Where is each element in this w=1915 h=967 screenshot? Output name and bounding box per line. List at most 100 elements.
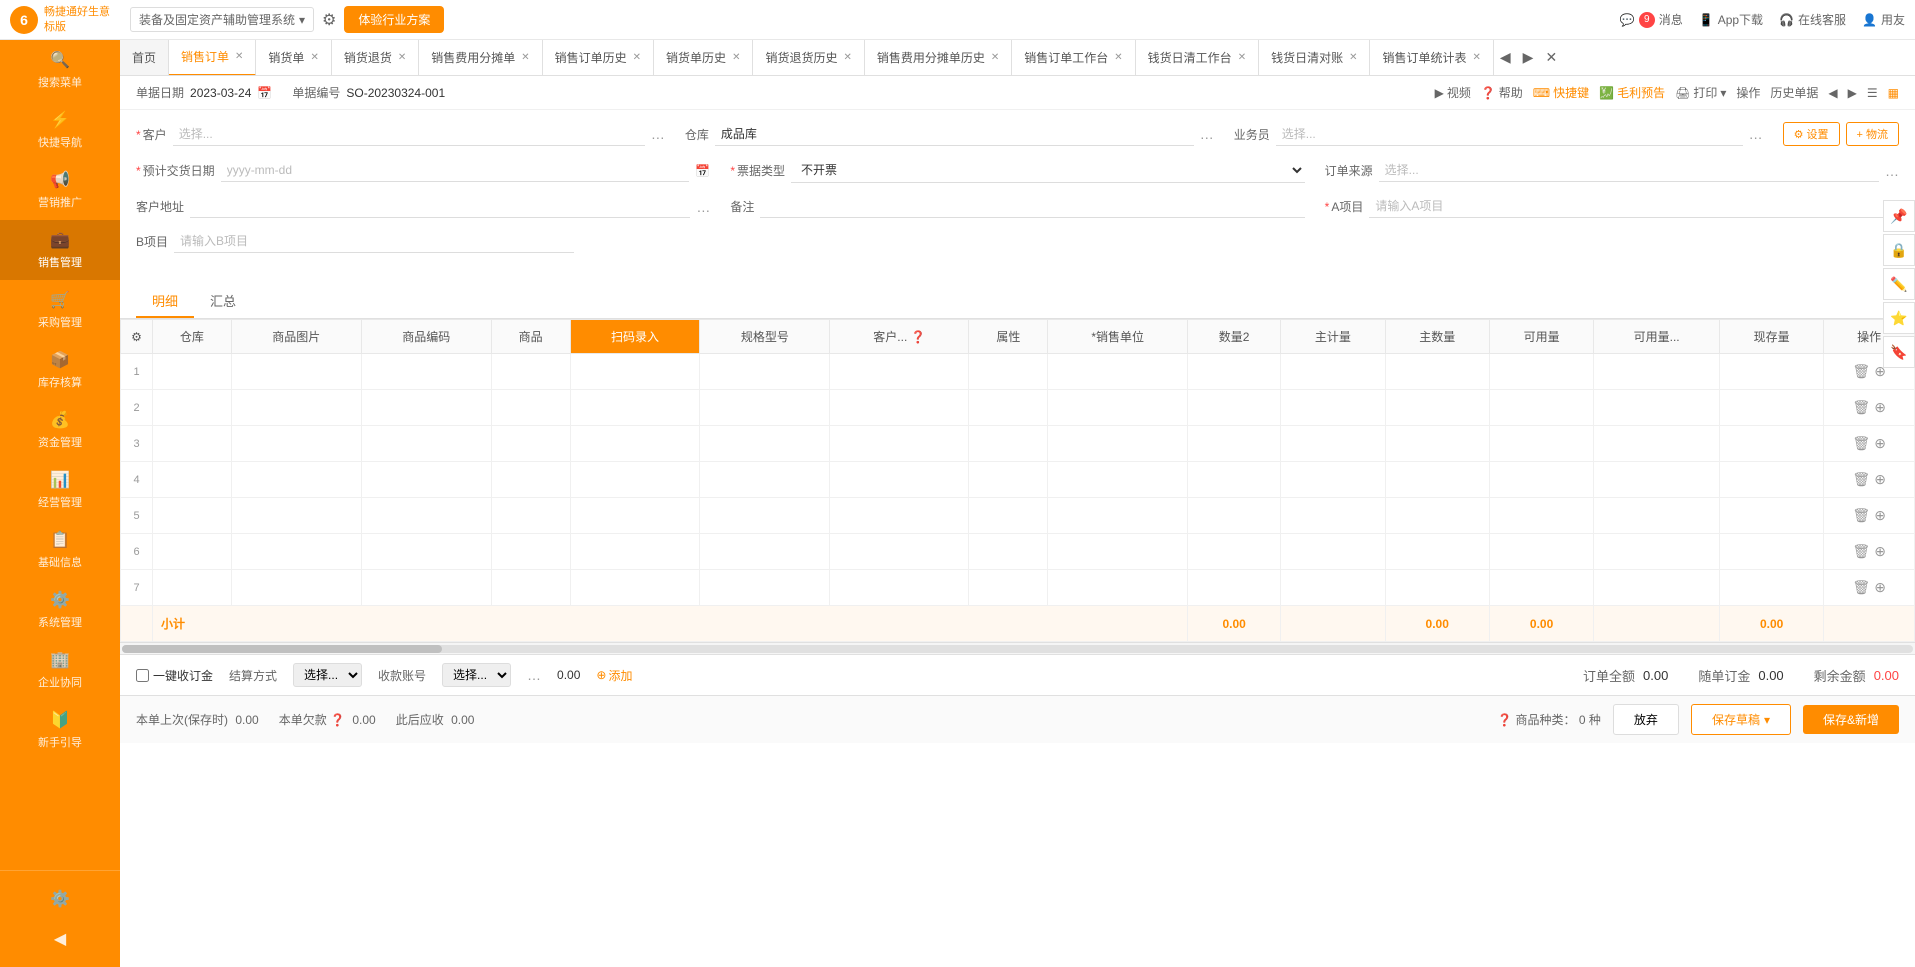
header-prev-btn[interactable]: ◀ — [1828, 86, 1837, 100]
sidebar-item-operations[interactable]: 📊 经营管理 — [0, 460, 120, 520]
tab-close-sales-return[interactable]: ✕ — [310, 52, 318, 63]
save-new-button[interactable]: 保存&新增 — [1803, 705, 1899, 734]
row-2-product[interactable] — [491, 390, 570, 426]
sidebar-item-quick-nav[interactable]: ⚡ 快捷导航 — [0, 100, 120, 160]
list-view-btn[interactable]: ☰ — [1867, 86, 1878, 100]
tab-close-sales-history[interactable]: ✕ — [732, 52, 740, 63]
delivery-date-input[interactable] — [221, 159, 690, 182]
history-records-link[interactable]: 历史单据 — [1770, 84, 1818, 101]
warehouse-input[interactable] — [715, 123, 1194, 146]
profit-forecast-link[interactable]: 💹 毛利预告 — [1599, 84, 1665, 101]
tab-sales-return[interactable]: 销货单 ✕ — [256, 40, 331, 76]
tab-cash-reconcile[interactable]: 钱货日清对账 ✕ — [1259, 40, 1370, 76]
print-link[interactable]: 🖨 打印 ▾ — [1675, 84, 1726, 101]
scroll-thumb[interactable] — [122, 645, 442, 653]
row-2-warehouse[interactable] — [153, 390, 232, 426]
tab-close-expense-history[interactable]: ✕ — [991, 52, 999, 63]
sidebar-item-enterprise[interactable]: 🏢 企业协同 — [0, 640, 120, 700]
sidebar-settings-btn[interactable]: ⚙️ — [0, 879, 120, 919]
sidebar-item-search[interactable]: 🔍 搜索菜单 — [0, 40, 120, 100]
row-1-attributes[interactable] — [969, 354, 1048, 390]
tab-next-btn[interactable]: ▶ — [1517, 49, 1540, 66]
header-next-btn[interactable]: ▶ — [1848, 86, 1857, 100]
one-click-checkout-checkbox[interactable]: 一键收订金 — [136, 667, 213, 684]
tab-close-order-workbench[interactable]: ✕ — [1114, 52, 1122, 63]
online-support-item[interactable]: 🎧 在线客服 — [1779, 11, 1846, 28]
row-4-copy-btn[interactable]: ⊕ — [1874, 471, 1886, 488]
row-5-copy-btn[interactable]: ⊕ — [1874, 507, 1886, 524]
discard-button[interactable]: 放弃 — [1613, 704, 1679, 735]
row-3-delete-btn[interactable]: 🗑 — [1852, 435, 1870, 452]
sidebar-item-basic[interactable]: 📋 基础信息 — [0, 520, 120, 580]
system-selector[interactable]: 装备及固定资产辅助管理系统 ▾ — [130, 7, 314, 32]
shortcut-link[interactable]: ⌨ 快捷键 — [1533, 84, 1589, 101]
notes-input[interactable] — [760, 195, 1304, 218]
payment-method-select[interactable]: 选择... — [293, 663, 362, 687]
b-project-input[interactable] — [174, 230, 574, 253]
sidebar-collapse-btn[interactable]: ◀ — [0, 919, 120, 959]
app-download-item[interactable]: 📱 App下载 — [1699, 11, 1763, 28]
row-6-delete-btn[interactable]: 🗑 — [1852, 543, 1870, 560]
address-input[interactable] — [190, 195, 690, 218]
row-1-delete-btn[interactable]: 🗑 — [1852, 363, 1870, 380]
tab-summary[interactable]: 汇总 — [194, 285, 252, 318]
row-1-warehouse[interactable] — [153, 354, 232, 390]
tab-detail[interactable]: 明细 — [136, 285, 194, 318]
account-select[interactable]: 选择... — [442, 663, 511, 687]
calendar-icon[interactable]: 📅 — [257, 86, 272, 100]
scroll-bar-area[interactable] — [120, 642, 1915, 654]
sidebar-item-inventory[interactable]: 📦 库存核算 — [0, 340, 120, 400]
sidebar-item-sales[interactable]: 💼 销售管理 — [0, 220, 120, 280]
row-5-delete-btn[interactable]: 🗑 — [1852, 507, 1870, 524]
customer-input[interactable] — [173, 123, 645, 146]
right-panel-lock-btn[interactable]: 🔒 — [1883, 234, 1915, 266]
row-1-quantity2[interactable] — [1188, 354, 1281, 390]
right-panel-star-btn[interactable]: ⭐ — [1883, 302, 1915, 334]
row-1-customer-code[interactable] — [830, 354, 969, 390]
tab-home[interactable]: 首页 — [120, 40, 169, 76]
sidebar-item-finance[interactable]: 💰 资金管理 — [0, 400, 120, 460]
tab-close-expense-split[interactable]: ✕ — [521, 52, 529, 63]
salesperson-input[interactable] — [1276, 123, 1743, 146]
tab-sales-stats[interactable]: 销售订单统计表 ✕ — [1370, 40, 1493, 76]
tab-close-cash-reconcile[interactable]: ✕ — [1349, 52, 1357, 63]
settings-icon[interactable]: ⚙ — [322, 10, 336, 30]
tab-sales-refund-history[interactable]: 销货退货历史 ✕ — [753, 40, 864, 76]
row-2-copy-btn[interactable]: ⊕ — [1874, 399, 1886, 416]
row-7-copy-btn[interactable]: ⊕ — [1874, 579, 1886, 596]
order-source-ellipsis-btn[interactable]: … — [1885, 163, 1899, 179]
tab-sales-history[interactable]: 销货单历史 ✕ — [654, 40, 753, 76]
tab-cash-daily[interactable]: 钱货日清工作台 ✕ — [1136, 40, 1259, 76]
help-link[interactable]: ❓ 帮助 — [1481, 84, 1523, 101]
row-1-product[interactable] — [491, 354, 570, 390]
tab-sales-expense-split[interactable]: 销售费用分摊单 ✕ — [419, 40, 542, 76]
row-3-copy-btn[interactable]: ⊕ — [1874, 435, 1886, 452]
sidebar-item-marketing[interactable]: 📢 营销推广 — [0, 160, 120, 220]
user-menu[interactable]: 👤 用友 — [1862, 11, 1905, 28]
account-ellipsis[interactable]: … — [527, 667, 541, 683]
warehouse-ellipsis-btn[interactable]: … — [1200, 126, 1214, 142]
address-ellipsis-btn[interactable]: … — [696, 199, 710, 215]
col-settings[interactable]: ⚙ — [121, 320, 153, 354]
tab-more-btn[interactable]: ✕ — [1539, 49, 1563, 66]
a-project-input[interactable] — [1369, 195, 1899, 218]
row-6-copy-btn[interactable]: ⊕ — [1874, 543, 1886, 560]
industry-solution-button[interactable]: 体验行业方案 — [344, 6, 444, 33]
add-material-btn[interactable]: + 物流 — [1846, 122, 1899, 146]
tab-close-sales-stats[interactable]: ✕ — [1473, 52, 1481, 63]
row-1-main-quantity[interactable] — [1385, 354, 1489, 390]
sidebar-item-guide[interactable]: 🔰 新手引导 — [0, 700, 120, 760]
tab-sales-refund[interactable]: 销货退货 ✕ — [332, 40, 419, 76]
view-video-link[interactable]: ▶ 视频 — [1435, 84, 1471, 101]
settings-btn[interactable]: ⚙ 设置 — [1783, 122, 1840, 146]
tab-close-refund-history[interactable]: ✕ — [843, 52, 851, 63]
form-view-btn[interactable]: ▦ — [1888, 86, 1899, 100]
sidebar-item-system[interactable]: ⚙️ 系统管理 — [0, 580, 120, 640]
row-4-delete-btn[interactable]: 🗑 — [1852, 471, 1870, 488]
checkout-checkbox-input[interactable] — [136, 669, 149, 682]
col-scan-input[interactable]: 扫码录入 — [570, 320, 700, 354]
tab-order-workbench[interactable]: 销售订单工作台 ✕ — [1012, 40, 1135, 76]
row-7-delete-btn[interactable]: 🗑 — [1852, 579, 1870, 596]
right-panel-bookmark-btn[interactable]: 🔖 — [1883, 336, 1915, 368]
tab-sales-order[interactable]: 销售订单 ✕ — [169, 40, 256, 76]
